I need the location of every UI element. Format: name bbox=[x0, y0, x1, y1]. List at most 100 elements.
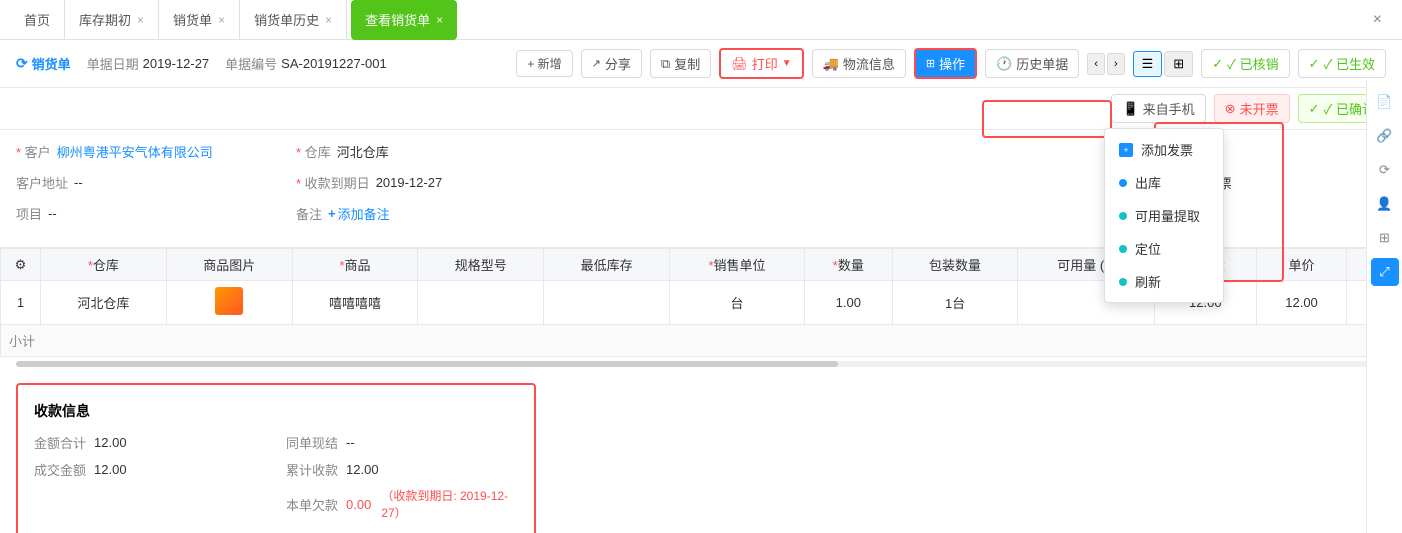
doc-header: ⟳ 销货单 单据日期 2019-12-27 单据编号 SA-20191227-0… bbox=[0, 40, 1402, 88]
total-label: 金额合计 bbox=[34, 433, 86, 452]
history-button[interactable]: 🕐 历史单据 bbox=[985, 49, 1079, 78]
invoice-icon: ⊗ bbox=[1225, 101, 1236, 117]
subtotal-label: 小计 bbox=[1, 325, 1402, 357]
tab-sales-history-close[interactable]: × bbox=[325, 13, 332, 27]
prev-button[interactable]: ‹ bbox=[1087, 53, 1105, 75]
cumulative-item: 累计收款 12.00 bbox=[286, 460, 518, 479]
same-order-item: 同单现结 -- bbox=[286, 433, 518, 452]
logistics-button[interactable]: 🚚 物流信息 bbox=[812, 49, 906, 78]
out-stock-label: 出库 bbox=[1135, 173, 1161, 192]
not-open-button[interactable]: ⊗ 未开票 bbox=[1214, 94, 1290, 123]
spacer-empty bbox=[34, 487, 266, 521]
cell-warehouse: 河北仓库 bbox=[41, 281, 167, 325]
close-window-button[interactable]: × bbox=[1363, 11, 1392, 29]
sidebar-icon-link[interactable]: 🔗 bbox=[1371, 122, 1399, 150]
ops-label: 操作 bbox=[939, 54, 965, 73]
list-view-button[interactable]: ☰ bbox=[1133, 51, 1163, 77]
ops-button[interactable]: ⊞ 操作 bbox=[914, 48, 977, 79]
customer-field: 客户 柳州粤港平安气体有限公司 bbox=[16, 142, 276, 161]
sidebar-icon-user[interactable]: 👤 bbox=[1371, 190, 1399, 218]
doc-date-value: 2019-12-27 bbox=[143, 56, 210, 71]
col-warehouse: *仓库 bbox=[41, 249, 167, 281]
dropdown-menu: + 添加发票 出库 可用量提取 定位 刷新 bbox=[1104, 128, 1224, 303]
doc-title: ⟳ 销货单 bbox=[16, 54, 71, 73]
add-invoice-icon: + bbox=[1119, 143, 1133, 157]
tab-sales-close[interactable]: × bbox=[218, 13, 225, 27]
from-phone-label: 来自手机 bbox=[1143, 99, 1195, 118]
current-due-value: 0.00 bbox=[346, 497, 371, 512]
effect-check-icon: ✓ bbox=[1309, 56, 1320, 72]
refresh-label: 刷新 bbox=[1135, 272, 1161, 291]
tab-view-sales-close[interactable]: × bbox=[436, 13, 443, 27]
project-label: 项目 bbox=[16, 204, 42, 223]
doc-number-value: SA-20191227-001 bbox=[281, 56, 387, 71]
tab-home[interactable]: 首页 bbox=[10, 0, 65, 40]
add-note-button[interactable]: + 添加备注 bbox=[328, 204, 390, 223]
doc-number-field: 单据编号 SA-20191227-001 bbox=[225, 54, 387, 73]
out-stock-dot bbox=[1119, 179, 1127, 187]
dropdown-item-refresh[interactable]: 刷新 bbox=[1105, 265, 1223, 298]
share-button[interactable]: ↗ 分享 bbox=[581, 49, 642, 78]
col-spec: 规格型号 bbox=[418, 249, 544, 281]
dropdown-item-out-stock[interactable]: 出库 bbox=[1105, 166, 1223, 199]
sidebar-icon-document[interactable]: 📄 bbox=[1371, 88, 1399, 116]
same-order-value: -- bbox=[346, 435, 355, 450]
customer-label: 客户 bbox=[16, 142, 51, 161]
cumulative-value: 12.00 bbox=[346, 462, 379, 477]
available-dot bbox=[1119, 212, 1127, 220]
effect-badge: ✓ ✓ 已生效 bbox=[1298, 49, 1386, 78]
history-icon: 🕐 bbox=[996, 56, 1012, 72]
dropdown-item-add-invoice[interactable]: + 添加发票 bbox=[1105, 133, 1223, 166]
grid-view-button[interactable]: ⊞ bbox=[1164, 51, 1193, 77]
right-sidebar: 📄 🔗 ⟳ 👤 ⊞ ⤢ bbox=[1366, 80, 1402, 533]
print-button[interactable]: 🖨 打印 ▼ bbox=[719, 48, 803, 79]
due-date-hint: （收款到期日: 2019-12-27） bbox=[381, 487, 518, 521]
toolbar-row: 📱 来自手机 ⊗ 未开票 ✓ ✓ 已确认 bbox=[0, 88, 1402, 130]
new-button[interactable]: + 新增 bbox=[516, 50, 572, 77]
doc-type-label: 销货单 bbox=[32, 54, 71, 73]
cell-image bbox=[166, 281, 292, 325]
nav-arrows: ‹ › bbox=[1087, 53, 1124, 75]
tab-inventory-label: 库存期初 bbox=[79, 10, 131, 29]
copy-button[interactable]: ⧉ 复制 bbox=[650, 49, 711, 78]
tab-sales-history[interactable]: 销货单历史 × bbox=[240, 0, 347, 40]
col-unit: *销售单位 bbox=[669, 249, 804, 281]
tab-sales[interactable]: 销货单 × bbox=[159, 0, 240, 40]
transaction-label: 成交金额 bbox=[34, 460, 86, 479]
dropdown-item-available[interactable]: 可用量提取 bbox=[1105, 199, 1223, 232]
cell-unit: 台 bbox=[669, 281, 804, 325]
current-due-label: 本单欠款 bbox=[286, 495, 338, 514]
print-icon: 🖨 bbox=[731, 56, 748, 72]
cell-qty: 1.00 bbox=[805, 281, 893, 325]
scroll-bar[interactable] bbox=[16, 361, 1386, 367]
sidebar-icon-expand[interactable]: ⤢ bbox=[1371, 258, 1399, 286]
cell-unit-price: 12.00 bbox=[1256, 281, 1346, 325]
phone-icon: 📱 bbox=[1122, 101, 1138, 117]
sidebar-icon-grid[interactable]: ⊞ bbox=[1371, 224, 1399, 252]
sidebar-icon-refresh[interactable]: ⟳ bbox=[1371, 156, 1399, 184]
cell-spec bbox=[418, 281, 544, 325]
address-label: 客户地址 bbox=[16, 173, 68, 192]
project-field: 项目 -- bbox=[16, 204, 276, 223]
tab-inventory[interactable]: 库存期初 × bbox=[65, 0, 159, 40]
col-image: 商品图片 bbox=[166, 249, 292, 281]
cancel-badge: ✓ ✓ 已核销 bbox=[1201, 49, 1289, 78]
from-phone-button[interactable]: 📱 来自手机 bbox=[1111, 94, 1205, 123]
share-label: 分享 bbox=[605, 54, 631, 73]
available-label: 可用量提取 bbox=[1135, 206, 1200, 225]
customer-value[interactable]: 柳州粤港平安气体有限公司 bbox=[57, 142, 213, 161]
tab-sales-label: 销货单 bbox=[173, 10, 212, 29]
plus-icon: + bbox=[328, 206, 336, 221]
refresh-dot bbox=[1119, 278, 1127, 286]
due-date-value: 2019-12-27 bbox=[376, 175, 443, 190]
summary-title: 收款信息 bbox=[34, 401, 518, 421]
col-qty: *数量 bbox=[805, 249, 893, 281]
dropdown-item-locate[interactable]: 定位 bbox=[1105, 232, 1223, 265]
tab-inventory-close[interactable]: × bbox=[137, 13, 144, 27]
col-settings[interactable]: ⚙ bbox=[1, 249, 41, 281]
next-button[interactable]: › bbox=[1107, 53, 1125, 75]
address-field: 客户地址 -- bbox=[16, 173, 276, 192]
due-date-label: 收款到期日 bbox=[296, 173, 370, 192]
col-min-stock: 最低库存 bbox=[544, 249, 670, 281]
tab-view-sales[interactable]: 查看销货单 × bbox=[351, 0, 457, 40]
